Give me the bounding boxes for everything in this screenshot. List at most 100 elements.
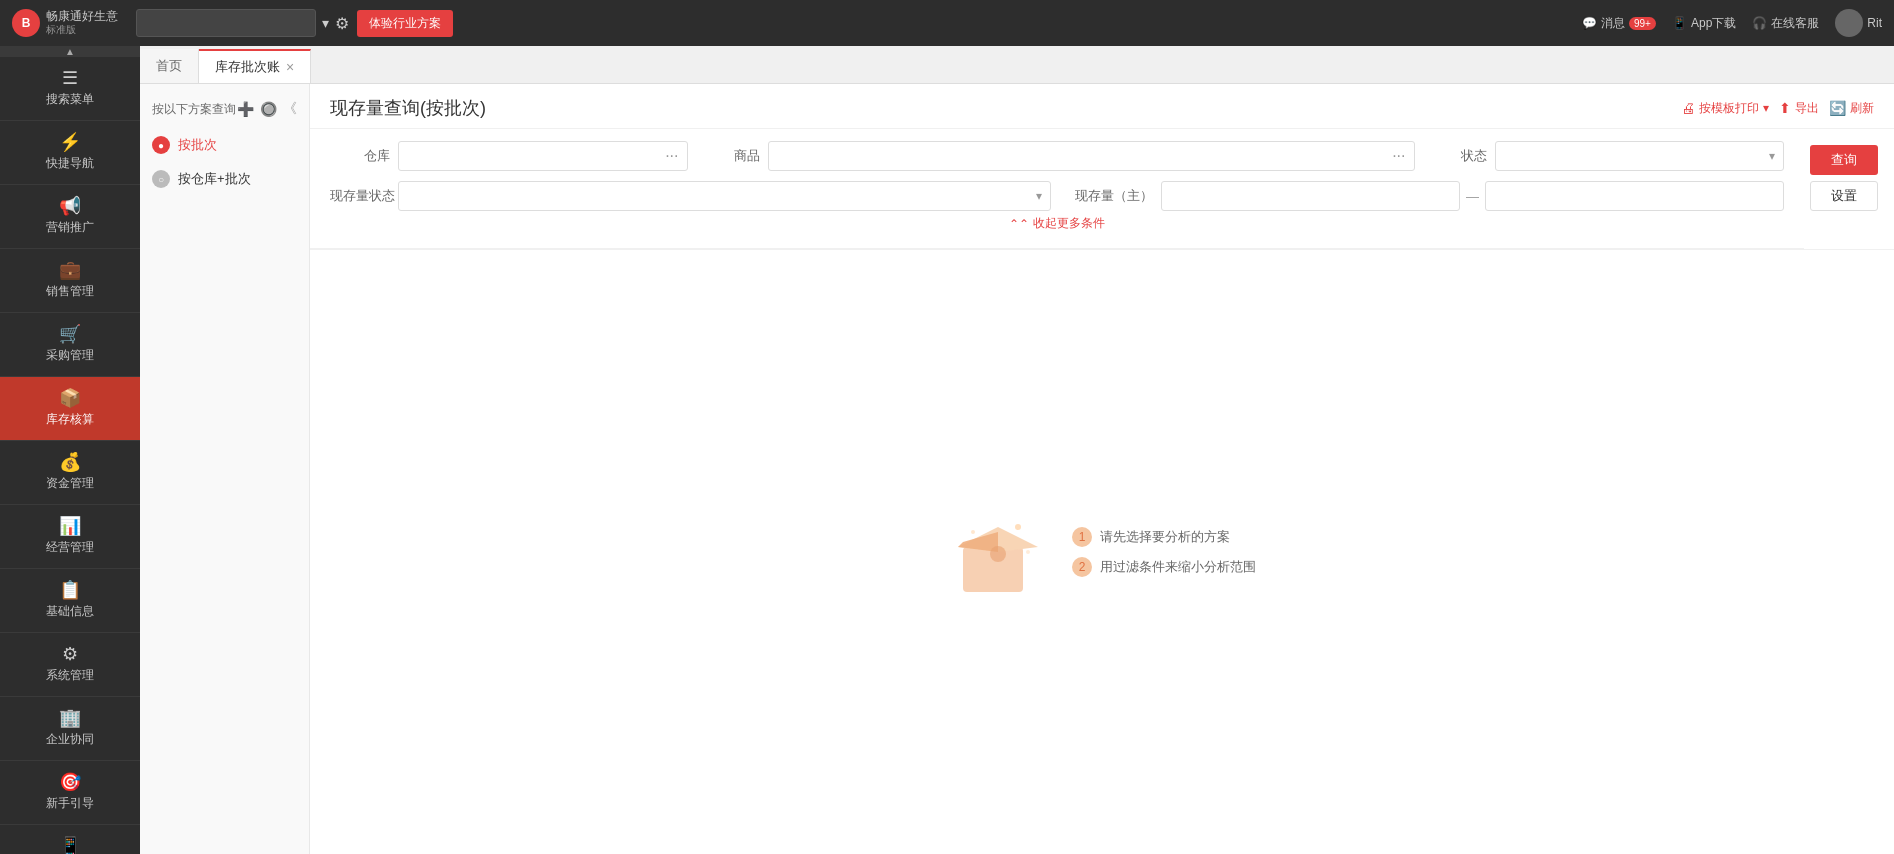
sidebar-item-operations[interactable]: 📊 经营管理 bbox=[0, 505, 140, 569]
enterprise-icon: 🏢 bbox=[59, 709, 81, 727]
sidebar-label-basics: 基础信息 bbox=[46, 603, 94, 620]
svg-point-4 bbox=[1015, 524, 1021, 530]
tab-close-btn[interactable]: × bbox=[286, 60, 294, 74]
sidebar-item-newbie[interactable]: 🎯 新手引导 bbox=[0, 761, 140, 825]
header-search-input[interactable] bbox=[136, 9, 316, 37]
filter-item-by-warehouse-batch[interactable]: ○ 按仓库+批次 bbox=[140, 162, 309, 196]
newbie-icon: 🎯 bbox=[59, 773, 81, 791]
sidebar-item-quick-nav[interactable]: ⚡ 快捷导航 bbox=[0, 121, 140, 185]
message-label: 消息 bbox=[1601, 15, 1625, 32]
header-dropdown-btn[interactable]: ▾ bbox=[322, 15, 329, 31]
export-btn[interactable]: ⬆ 导出 bbox=[1779, 100, 1819, 117]
warehouse-label: 仓库 bbox=[330, 147, 390, 165]
user-profile[interactable]: Rit bbox=[1835, 9, 1882, 37]
refresh-btn[interactable]: 🔄 刷新 bbox=[1829, 100, 1874, 117]
main-layout: ▲ ☰ 搜索菜单 ⚡ 快捷导航 📢 营销推广 💼 销售管理 🛒 采购管理 📦 库… bbox=[0, 46, 1894, 854]
experience-btn[interactable]: 体验行业方案 bbox=[357, 10, 453, 37]
empty-state-content: 1 请先选择要分析的方案 2 用过滤条件来缩小分析范围 bbox=[948, 502, 1256, 602]
status-select[interactable]: ▾ bbox=[1495, 141, 1785, 171]
content-area: 首页 库存批次账 × 按以下方案查询 ➕ 🔘 《 bbox=[140, 46, 1894, 854]
avatar bbox=[1835, 9, 1863, 37]
basics-icon: 📋 bbox=[59, 581, 81, 599]
sales-icon: 💼 bbox=[59, 261, 81, 279]
sidebar-item-purchase[interactable]: 🛒 采购管理 bbox=[0, 313, 140, 377]
message-btn[interactable]: 💬 消息 99+ bbox=[1582, 15, 1656, 32]
range-separator: — bbox=[1466, 189, 1479, 204]
finance-icon: 💰 bbox=[59, 453, 81, 471]
filter-settings-btn[interactable]: 🔘 bbox=[260, 101, 277, 117]
search-form: 仓库 ··· 商品 ··· bbox=[310, 129, 1804, 249]
inventory-icon: 📦 bbox=[59, 389, 81, 407]
headset-icon: 🎧 bbox=[1752, 16, 1767, 30]
sidebar-item-marketing[interactable]: 📢 营销推广 bbox=[0, 185, 140, 249]
query-btn[interactable]: 查询 bbox=[1810, 145, 1878, 175]
sidebar-item-basics[interactable]: 📋 基础信息 bbox=[0, 569, 140, 633]
empty-step-1: 1 请先选择要分析的方案 bbox=[1072, 527, 1256, 547]
stock-status-select[interactable]: ▾ bbox=[398, 181, 1051, 211]
search-icon: ☰ bbox=[62, 69, 78, 87]
tab-inventory-batch[interactable]: 库存批次账 × bbox=[199, 49, 311, 83]
app-download-btn[interactable]: 📱 App下载 bbox=[1672, 15, 1736, 32]
empty-step-2: 2 用过滤条件来缩小分析范围 bbox=[1072, 557, 1256, 577]
form-button-area: 查询 设置 bbox=[1804, 129, 1894, 249]
warehouse-input[interactable]: ··· bbox=[398, 141, 688, 171]
sidebar-label-enterprise: 企业协同 bbox=[46, 731, 94, 748]
sidebar: ▲ ☰ 搜索菜单 ⚡ 快捷导航 📢 营销推广 💼 销售管理 🛒 采购管理 📦 库… bbox=[0, 46, 140, 854]
stock-amount-max[interactable] bbox=[1485, 181, 1784, 211]
status-label: 状态 bbox=[1427, 147, 1487, 165]
system-icon: ⚙ bbox=[62, 645, 78, 663]
collapse-row[interactable]: ⌃⌃ 收起更多条件 bbox=[330, 211, 1784, 236]
sidebar-label-system: 系统管理 bbox=[46, 667, 94, 684]
warehouse-more-icon[interactable]: ··· bbox=[665, 147, 678, 165]
sidebar-scroll-up[interactable]: ▲ bbox=[0, 46, 140, 57]
sidebar-label-inventory: 库存核算 bbox=[46, 411, 94, 428]
query-content-wrapper: 现存量查询(按批次) 🖨 按模板打印 ▾ ⬆ 导出 🔄 bbox=[310, 84, 1894, 854]
sidebar-item-search-menu[interactable]: ☰ 搜索菜单 bbox=[0, 57, 140, 121]
sidebar-label-quick-nav: 快捷导航 bbox=[46, 155, 94, 172]
sidebar-item-inventory[interactable]: 📦 库存核算 bbox=[0, 377, 140, 441]
sidebar-item-sales[interactable]: 💼 销售管理 bbox=[0, 249, 140, 313]
purchase-icon: 🛒 bbox=[59, 325, 81, 343]
filter-panel-header: 按以下方案查询 ➕ 🔘 《 bbox=[140, 94, 309, 124]
tab-bar: 首页 库存批次账 × bbox=[140, 46, 1894, 84]
filter-collapse-btn[interactable]: 《 bbox=[283, 100, 297, 118]
product-more-icon[interactable]: ··· bbox=[1392, 147, 1405, 165]
sidebar-label-newbie: 新手引导 bbox=[46, 795, 94, 812]
header-right: 💬 消息 99+ 📱 App下载 🎧 在线客服 Rit bbox=[1582, 9, 1882, 37]
filter-item-by-batch[interactable]: ● 按批次 bbox=[140, 128, 309, 162]
empty-state: 1 请先选择要分析的方案 2 用过滤条件来缩小分析范围 bbox=[310, 250, 1894, 854]
refresh-icon: 🔄 bbox=[1829, 100, 1846, 116]
app-version: 标准版 bbox=[46, 23, 118, 37]
status-chevron-icon: ▾ bbox=[1769, 149, 1775, 163]
stock-amount-field: 现存量（主） — bbox=[1063, 181, 1784, 211]
sidebar-item-apps[interactable]: 📱 应用中心 bbox=[0, 825, 140, 854]
sidebar-label-finance: 资金管理 bbox=[46, 475, 94, 492]
product-input[interactable]: ··· bbox=[768, 141, 1415, 171]
sidebar-label-operations: 经营管理 bbox=[46, 539, 94, 556]
sidebar-item-system[interactable]: ⚙ 系统管理 bbox=[0, 633, 140, 697]
print-btn[interactable]: 🖨 按模板打印 ▾ bbox=[1681, 100, 1769, 117]
export-icon: ⬆ bbox=[1779, 100, 1791, 116]
sidebar-item-enterprise[interactable]: 🏢 企业协同 bbox=[0, 697, 140, 761]
message-icon: 💬 bbox=[1582, 16, 1597, 30]
svg-point-5 bbox=[971, 530, 975, 534]
settings-btn[interactable]: 设置 bbox=[1810, 181, 1878, 211]
quick-nav-icon: ⚡ bbox=[59, 133, 81, 151]
user-name: Rit bbox=[1867, 16, 1882, 30]
marketing-icon: 📢 bbox=[59, 197, 81, 215]
filter-add-btn[interactable]: ➕ bbox=[237, 101, 254, 117]
online-service-btn[interactable]: 🎧 在线客服 bbox=[1752, 15, 1819, 32]
stock-amount-min[interactable] bbox=[1161, 181, 1460, 211]
header-gear-btn[interactable]: ⚙ bbox=[335, 14, 349, 33]
top-header: B 畅康通好生意 标准版 ▾ ⚙ 体验行业方案 💬 消息 99+ 📱 App下载… bbox=[0, 0, 1894, 46]
title-actions: 🖨 按模板打印 ▾ ⬆ 导出 🔄 刷新 bbox=[1681, 100, 1874, 117]
step-2-text: 用过滤条件来缩小分析范围 bbox=[1100, 558, 1256, 576]
empty-svg bbox=[948, 502, 1048, 602]
sidebar-item-finance[interactable]: 💰 资金管理 bbox=[0, 441, 140, 505]
collapse-up-icon: ⌃⌃ bbox=[1009, 217, 1029, 231]
header-search-area: ▾ ⚙ bbox=[136, 9, 349, 37]
tab-home[interactable]: 首页 bbox=[140, 49, 199, 83]
print-chevron-icon: ▾ bbox=[1763, 101, 1769, 115]
stock-amount-label: 现存量（主） bbox=[1063, 187, 1153, 205]
page-title-bar: 现存量查询(按批次) 🖨 按模板打印 ▾ ⬆ 导出 🔄 bbox=[310, 84, 1894, 129]
